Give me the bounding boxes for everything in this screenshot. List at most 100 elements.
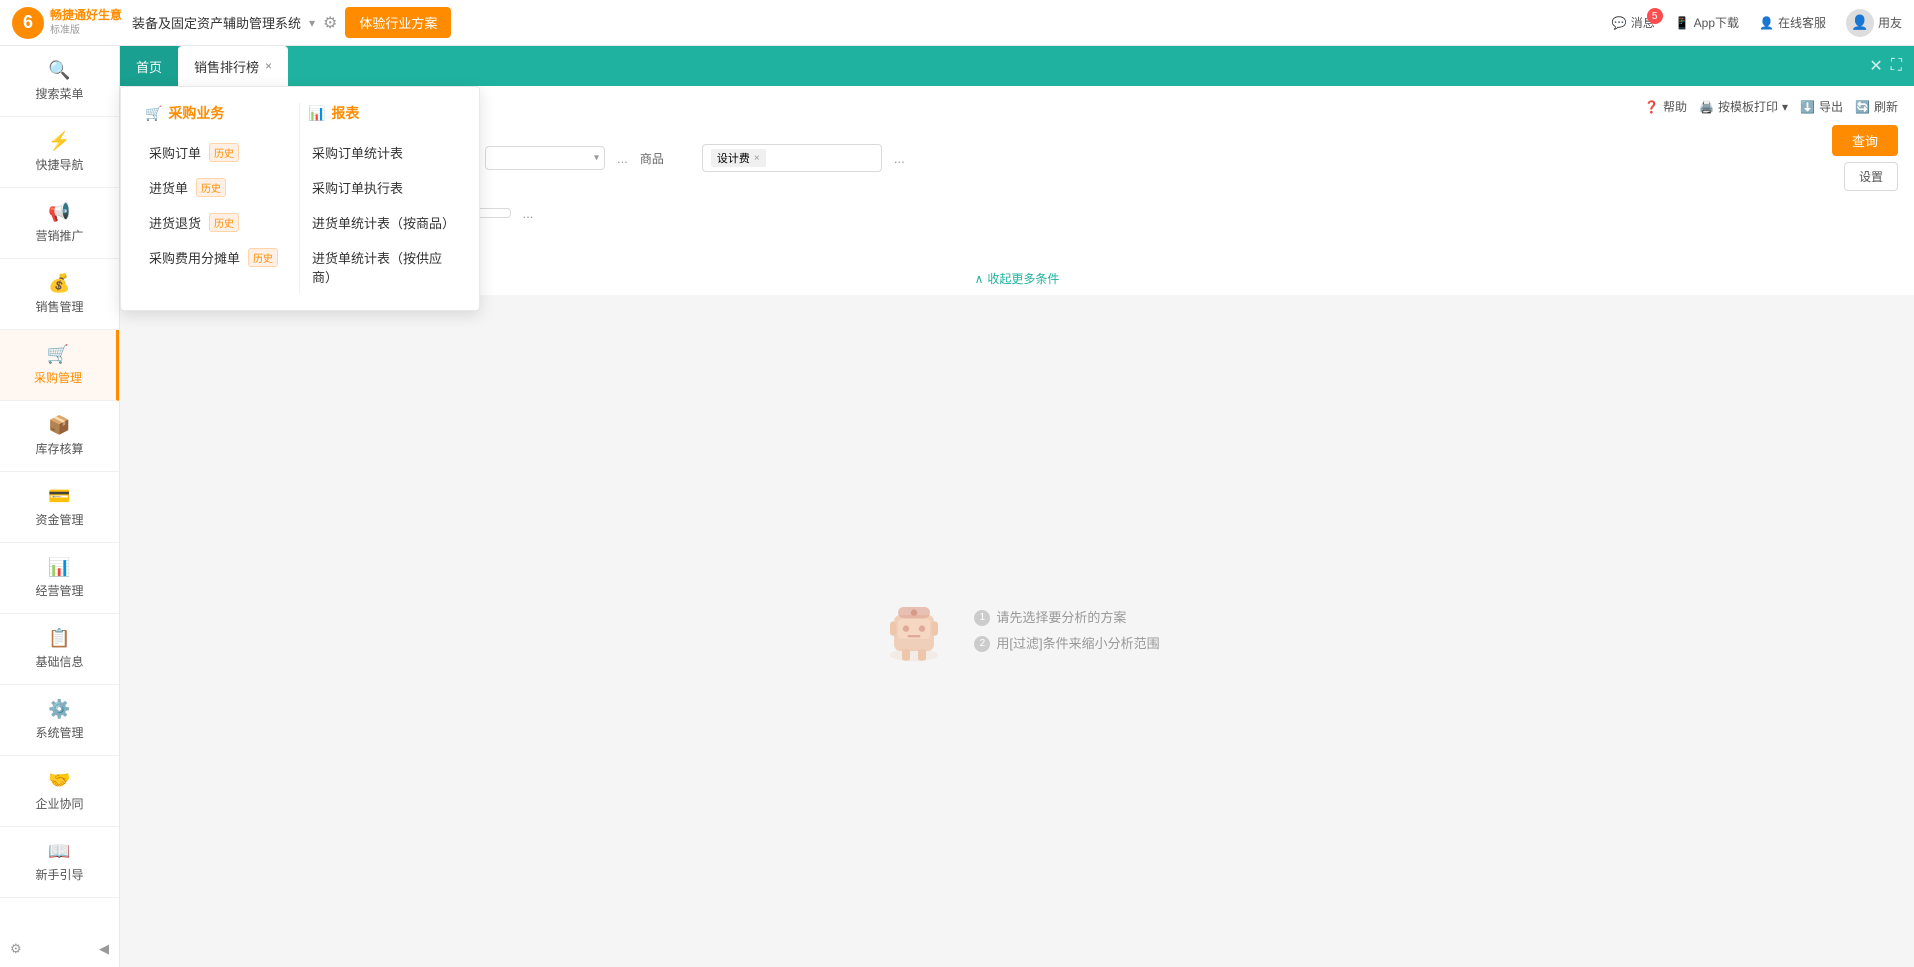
app-download-label: App下载 xyxy=(1694,14,1739,31)
app-download-item[interactable]: 📱 App下载 xyxy=(1675,14,1739,31)
online-service-item[interactable]: 👤 在线客服 xyxy=(1759,14,1826,31)
menu-item-order-stat[interactable]: 采购订单统计表 xyxy=(308,135,455,170)
menu-item-order-stat-label: 采购订单统计表 xyxy=(312,143,403,162)
sidebar-item-sales[interactable]: 💰 销售管理 xyxy=(0,259,119,330)
dropdown-arrow-icon[interactable]: ▾ xyxy=(309,16,315,30)
system-title: 装备及固定资产辅助管理系统 xyxy=(132,13,301,32)
sidebar-label-inventory: 库存核算 xyxy=(35,440,83,457)
sidebar-item-marketing[interactable]: 📢 营销推广 xyxy=(0,188,119,259)
print-icon: 🖨️ xyxy=(1699,100,1714,114)
tip-step-2: 2 用[过滤]条件来缩小分析范围 xyxy=(974,631,1159,657)
print-dropdown-icon[interactable]: ▾ xyxy=(1782,100,1788,114)
dropdown-menu: 🛒 采购业务 采购订单 历史 进货单 历史 进货退货 历史 采购费用分摊单 历史 xyxy=(120,86,480,311)
finance-icon: 💳 xyxy=(48,486,70,507)
sidebar-item-search[interactable]: 🔍 搜索菜单 xyxy=(0,46,119,117)
report-section-label: 报表 xyxy=(331,103,359,123)
notification-badge: 5 xyxy=(1647,8,1663,24)
inventory-icon: 📦 xyxy=(48,415,70,436)
basic-icon: 📋 xyxy=(48,628,70,649)
sidebar-item-quicknav[interactable]: ⚡ 快捷导航 xyxy=(0,117,119,188)
sidebar-collapse-icon[interactable]: ◀ xyxy=(99,941,109,957)
settings-icon[interactable]: ⚙ xyxy=(323,13,337,33)
notification-icon: 💬 xyxy=(1612,16,1627,30)
sidebar-settings-icon[interactable]: ⚙ xyxy=(10,941,22,957)
sales-icon: 💰 xyxy=(48,273,70,294)
sidebar-bottom: ⚙ ◀ xyxy=(0,931,119,967)
collapse-button[interactable]: ∧ 收起更多条件 xyxy=(975,270,1060,287)
sidebar-label-purchase: 采购管理 xyxy=(34,369,82,386)
refresh-icon: 🔄 xyxy=(1855,100,1870,114)
menu-item-receipt-stat-goods[interactable]: 进货单统计表（按商品） xyxy=(308,205,455,240)
menu-item-receipt-stat-supplier[interactable]: 进货单统计表（按供应商） xyxy=(308,240,455,294)
system-title-area: 装备及固定资产辅助管理系统 ▾ ⚙ 体验行业方案 xyxy=(132,7,1612,38)
query-button[interactable]: 查询 xyxy=(1832,125,1898,156)
empty-state: 1 请先选择要分析的方案 2 用[过滤]条件来缩小分析范围 xyxy=(120,295,1914,967)
marketing-icon: 📢 xyxy=(48,202,70,223)
logo-icon: 6 xyxy=(12,7,44,39)
sidebar-label-quicknav: 快捷导航 xyxy=(35,156,83,173)
purchase-menu-col: 🛒 采购业务 采购订单 历史 进货单 历史 进货退货 历史 采购费用分摊单 历史 xyxy=(137,103,300,294)
report-menu-col: 📊 报表 采购订单统计表 采购订单执行表 进货单统计表（按商品） 进货单统计表（… xyxy=(300,103,463,294)
menu-item-order-exec[interactable]: 采购订单执行表 xyxy=(308,170,455,205)
tab-close-icon[interactable]: × xyxy=(265,59,272,73)
refresh-button[interactable]: 🔄 刷新 xyxy=(1855,98,1898,115)
sidebar-item-operation[interactable]: 📊 经营管理 xyxy=(0,543,119,614)
top-header: 6 畅捷通好生意 标准版 装备及固定资产辅助管理系统 ▾ ⚙ 体验行业方案 💬 … xyxy=(0,0,1914,46)
sidebar-label-enterprise: 企业协同 xyxy=(35,795,83,812)
menu-item-receipt-stat-goods-label: 进货单统计表（按商品） xyxy=(312,213,451,232)
brand-name: 畅捷通好生意 xyxy=(50,8,122,24)
export-button[interactable]: ⬇️ 导出 xyxy=(1800,98,1843,115)
action-btns: 查询 设置 xyxy=(1832,125,1898,191)
goods-more-icon[interactable]: ... xyxy=(894,151,905,166)
history-badge-2: 历史 xyxy=(196,178,226,197)
goods-tag-label: 设计费 xyxy=(717,150,750,166)
menu-item-order-exec-label: 采购订单执行表 xyxy=(312,178,403,197)
sidebar: 🔍 搜索菜单 ⚡ 快捷导航 📢 营销推广 💰 销售管理 🛒 采购管理 📦 库存核… xyxy=(0,46,120,967)
tab-sales-rank[interactable]: 销售排行榜 × xyxy=(178,46,288,86)
staff-more-icon[interactable]: ... xyxy=(523,206,534,221)
notification-item[interactable]: 💬 消息 5 xyxy=(1612,14,1655,31)
tab-home[interactable]: 首页 xyxy=(120,46,178,86)
tip-step-1: 1 请先选择要分析的方案 xyxy=(974,605,1159,631)
user-item[interactable]: 👤 用友 xyxy=(1846,9,1902,37)
sidebar-item-finance[interactable]: 💳 资金管理 xyxy=(0,472,119,543)
guide-icon: 📖 xyxy=(48,841,70,862)
sidebar-item-enterprise[interactable]: 🤝 企业协同 xyxy=(0,756,119,827)
help-button[interactable]: ❓ 帮助 xyxy=(1644,98,1687,115)
print-button[interactable]: 🖨️ 按模板打印 ▾ xyxy=(1699,98,1788,115)
menu-item-receipt-stat-supplier-label: 进货单统计表（按供应商） xyxy=(312,248,451,286)
menu-item-purchase-order[interactable]: 采购订单 历史 xyxy=(145,135,291,170)
menu-item-purchase-fee[interactable]: 采购费用分摊单 历史 xyxy=(145,240,291,275)
tab-close-all-icon[interactable]: ✕ xyxy=(1869,56,1882,76)
tab-expand-icon[interactable]: ⛶ xyxy=(1891,57,1902,75)
goods-tag-close[interactable]: × xyxy=(754,153,760,164)
tab-home-label: 首页 xyxy=(136,57,162,76)
tip-text-1: 请先选择要分析的方案 xyxy=(996,605,1126,631)
history-badge-1: 历史 xyxy=(209,143,239,162)
sidebar-item-guide[interactable]: 📖 新手引导 xyxy=(0,827,119,898)
report-section-title: 📊 报表 xyxy=(308,103,455,123)
menu-item-purchase-receipt[interactable]: 进货单 历史 xyxy=(145,170,291,205)
collapse-up-icon: ∧ xyxy=(975,272,984,286)
sidebar-label-guide: 新手引导 xyxy=(35,866,83,883)
purchase-section-icon: 🛒 xyxy=(145,105,162,122)
tip-text-2: 用[过滤]条件来缩小分析范围 xyxy=(996,631,1159,657)
sidebar-label-system: 系统管理 xyxy=(35,724,83,741)
menu-item-purchase-return[interactable]: 进货退货 历史 xyxy=(145,205,291,240)
empty-tips: 1 请先选择要分析的方案 2 用[过滤]条件来缩小分析范围 xyxy=(974,605,1159,657)
sidebar-label-basic: 基础信息 xyxy=(35,653,83,670)
setting-button[interactable]: 设置 xyxy=(1844,162,1898,191)
empty-illustration xyxy=(874,591,954,671)
sidebar-item-basic[interactable]: 📋 基础信息 xyxy=(0,614,119,685)
sidebar-item-purchase[interactable]: 🛒 采购管理 xyxy=(0,330,119,401)
logo-text: 畅捷通好生意 标准版 xyxy=(50,8,122,37)
status-more-icon[interactable]: ... xyxy=(617,151,628,166)
sidebar-item-inventory[interactable]: 📦 库存核算 xyxy=(0,401,119,472)
industry-button[interactable]: 体验行业方案 xyxy=(345,7,451,38)
status-select[interactable] xyxy=(485,146,605,170)
header-right: 💬 消息 5 📱 App下载 👤 在线客服 👤 用友 xyxy=(1612,9,1902,37)
sidebar-label-sales: 销售管理 xyxy=(35,298,83,315)
sidebar-item-system[interactable]: ⚙️ 系统管理 xyxy=(0,685,119,756)
purchase-section-label: 采购业务 xyxy=(168,103,224,123)
goods-input[interactable]: 设计费 × xyxy=(702,144,882,172)
